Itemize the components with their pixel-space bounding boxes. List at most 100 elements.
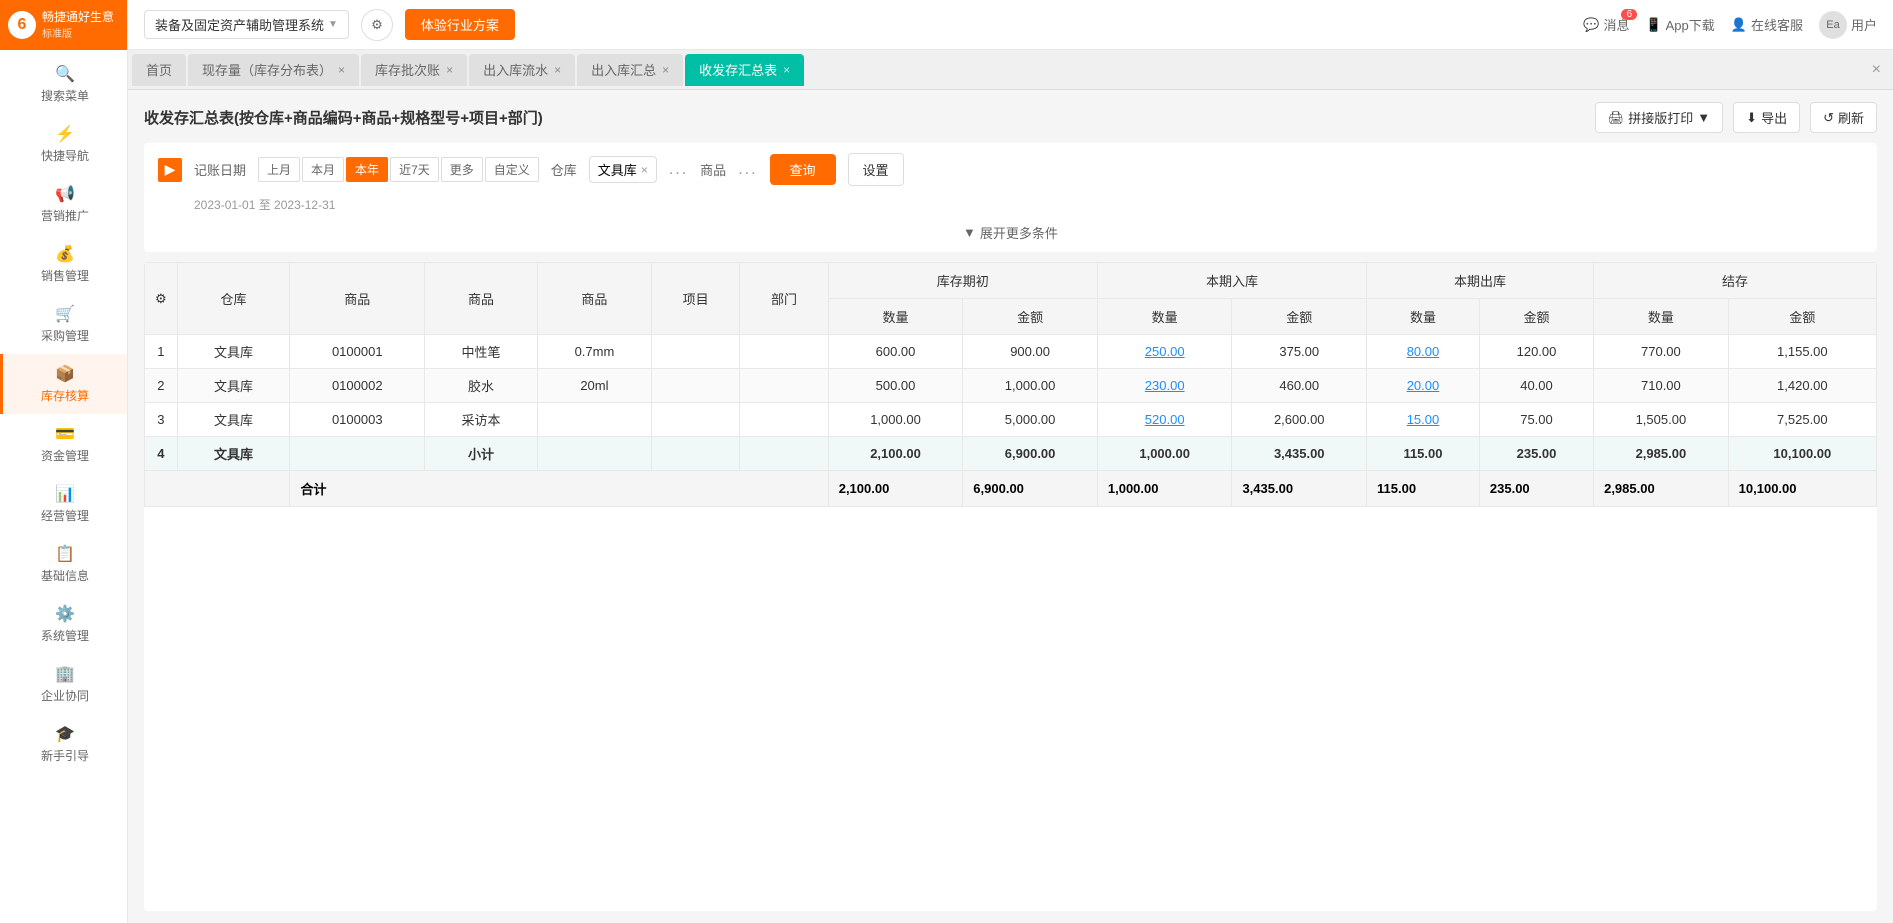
tab-inout_summary[interactable]: 出入库汇总× (577, 54, 683, 86)
table-settings-header[interactable]: ⚙ (145, 263, 178, 335)
online-service-button[interactable]: 👤 在线客服 (1731, 15, 1803, 34)
date-option-上月[interactable]: 上月 (258, 157, 300, 182)
cell-out-qty[interactable]: 115.00 (1367, 437, 1480, 471)
sidebar-item-operations[interactable]: 📊经营管理 (0, 474, 127, 534)
cell-goods-spec: 20ml (537, 369, 651, 403)
date-option-更多[interactable]: 更多 (441, 157, 483, 182)
data-table: ⚙ 仓库 商品 商品 商品 项目 部门 库存期初 本期入库 本期出库 结存 (144, 262, 1877, 507)
cell-in-amt: 375.00 (1232, 335, 1367, 369)
warehouse-more-dots[interactable]: ... (669, 161, 688, 179)
export-icon: ⬇ (1746, 110, 1757, 126)
settings-icon[interactable]: ⚙ (361, 9, 393, 41)
cell-in-qty[interactable]: 520.00 (1097, 403, 1232, 437)
footer-balance-qty: 2,985.00 (1594, 471, 1729, 507)
close-all-tabs-button[interactable]: × (1864, 57, 1889, 83)
sidebar-item-finance[interactable]: 💳资金管理 (0, 414, 127, 474)
system-selector[interactable]: 装备及固定资产辅助管理系统 ▼ (144, 10, 349, 39)
cell-dept (740, 335, 828, 369)
sidebar-item-system[interactable]: ⚙️系统管理 (0, 594, 127, 654)
data-table-container: ⚙ 仓库 商品 商品 商品 项目 部门 库存期初 本期入库 本期出库 结存 (144, 262, 1877, 911)
cell-index: 1 (145, 335, 178, 369)
query-button[interactable]: 查询 (770, 154, 836, 185)
cell-out-qty[interactable]: 20.00 (1367, 369, 1480, 403)
operations-icon: 📊 (55, 484, 75, 504)
refresh-button[interactable]: ↺ 刷新 (1810, 102, 1877, 133)
sidebar-item-inventory[interactable]: 📦库存核算 (0, 354, 127, 414)
cell-in-qty[interactable]: 230.00 (1097, 369, 1232, 403)
cell-out-qty-link[interactable]: 20.00 (1407, 378, 1440, 393)
filter-collapse-button[interactable]: ▶ (158, 158, 182, 182)
goods-more-dots[interactable]: ... (738, 161, 757, 179)
cell-in-qty-link[interactable]: 250.00 (1145, 344, 1185, 359)
tab-stock_dist[interactable]: 现存量（库存分布表） × (188, 54, 359, 86)
tab-close-recv_summary[interactable]: × (783, 63, 790, 77)
sidebar-item-marketing[interactable]: 📢营销推广 (0, 174, 127, 234)
cell-out-qty[interactable]: 80.00 (1367, 335, 1480, 369)
sidebar-item-basic[interactable]: 📋基础信息 (0, 534, 127, 594)
filter-bar: ▶ 记账日期 上月本月本年近7天更多自定义 仓库 文具库 × ... 商品 ..… (144, 143, 1877, 252)
user-button[interactable]: Ea 用户 (1819, 11, 1877, 39)
tab-recv_summary[interactable]: 收发存汇总表× (685, 54, 804, 86)
page-header: 收发存汇总表(按仓库+商品编码+商品+规格型号+项目+部门) 🖨 拼接版打印 ▼… (144, 102, 1877, 133)
tab-close-inout_flow[interactable]: × (554, 63, 561, 77)
th-out-amt: 金额 (1479, 299, 1593, 335)
tab-label: 库存批次账 (375, 60, 440, 79)
cell-out-amt: 75.00 (1479, 403, 1593, 437)
cell-index: 3 (145, 403, 178, 437)
date-option-本月[interactable]: 本月 (302, 157, 344, 182)
cell-goods-code: 0100002 (290, 369, 425, 403)
print-button[interactable]: 🖨 拼接版打印 ▼ (1595, 102, 1723, 133)
tab-close-stock_dist[interactable]: × (338, 63, 345, 77)
trial-button[interactable]: 体验行业方案 (405, 9, 515, 40)
cell-opening-qty: 1,000.00 (828, 403, 963, 437)
sidebar-item-purchase[interactable]: 🛒采购管理 (0, 294, 127, 354)
tab-label: 现存量（库存分布表） (202, 60, 332, 79)
export-button[interactable]: ⬇ 导出 (1733, 102, 1800, 133)
table-header-group-row: ⚙ 仓库 商品 商品 商品 项目 部门 库存期初 本期入库 本期出库 结存 (145, 263, 1877, 299)
footer-balance-amt: 10,100.00 (1728, 471, 1876, 507)
cell-dept (740, 437, 828, 471)
date-option-本年[interactable]: 本年 (346, 157, 388, 182)
filter-settings-button[interactable]: 设置 (848, 153, 904, 186)
sidebar-item-quick[interactable]: ⚡快捷导航 (0, 114, 127, 174)
cell-project (652, 335, 740, 369)
download-icon: 📱 (1645, 17, 1661, 33)
warehouse-tag[interactable]: 文具库 × (589, 156, 657, 183)
cell-warehouse: 文具库 (177, 335, 290, 369)
cell-in-qty-link[interactable]: 230.00 (1145, 378, 1185, 393)
date-toggle-group: 上月本月本年近7天更多自定义 (258, 157, 539, 182)
sidebar-item-label: 资金管理 (41, 447, 89, 464)
date-option-自定义[interactable]: 自定义 (485, 157, 539, 182)
date-option-近7天[interactable]: 近7天 (390, 157, 439, 182)
cell-in-qty[interactable]: 250.00 (1097, 335, 1232, 369)
sidebar-item-newbie[interactable]: 🎓新手引导 (0, 714, 127, 774)
cell-goods-spec (537, 403, 651, 437)
sidebar-item-sales[interactable]: 💰销售管理 (0, 234, 127, 294)
tab-home[interactable]: 首页 (132, 54, 186, 86)
expand-filter-button[interactable]: ▼ 展开更多条件 (963, 223, 1058, 242)
tab-close-batch[interactable]: × (446, 63, 453, 77)
corp-icon: 🏢 (55, 664, 75, 684)
th-balance-group: 结存 (1594, 263, 1877, 299)
footer-out-amt: 235.00 (1479, 471, 1593, 507)
filter-row-2: 2023-01-01 至 2023-12-31 (158, 194, 1863, 213)
tab-batch[interactable]: 库存批次账 × (361, 54, 467, 86)
cell-in-qty-link[interactable]: 520.00 (1145, 412, 1185, 427)
th-out-group: 本期出库 (1367, 263, 1594, 299)
tab-inout_flow[interactable]: 出入库流水× (469, 54, 575, 86)
cell-out-qty-link[interactable]: 15.00 (1407, 412, 1440, 427)
cell-out-qty-link[interactable]: 80.00 (1407, 344, 1440, 359)
cell-goods-name: 中性笔 (425, 335, 538, 369)
tab-close-inout_summary[interactable]: × (662, 63, 669, 77)
app-download-button[interactable]: 📱 App下载 (1645, 15, 1714, 34)
warehouse-tag-close[interactable]: × (641, 163, 648, 177)
sidebar-item-search[interactable]: 🔍搜索菜单 (0, 54, 127, 114)
message-button[interactable]: 💬 消息 6 (1583, 15, 1629, 34)
purchase-icon: 🛒 (55, 304, 75, 324)
cell-out-amt: 120.00 (1479, 335, 1593, 369)
cell-in-qty[interactable]: 1,000.00 (1097, 437, 1232, 471)
tab-label: 首页 (146, 60, 172, 79)
sidebar-item-corp[interactable]: 🏢企业协同 (0, 654, 127, 714)
cell-opening-amt: 900.00 (963, 335, 1098, 369)
cell-out-qty[interactable]: 15.00 (1367, 403, 1480, 437)
